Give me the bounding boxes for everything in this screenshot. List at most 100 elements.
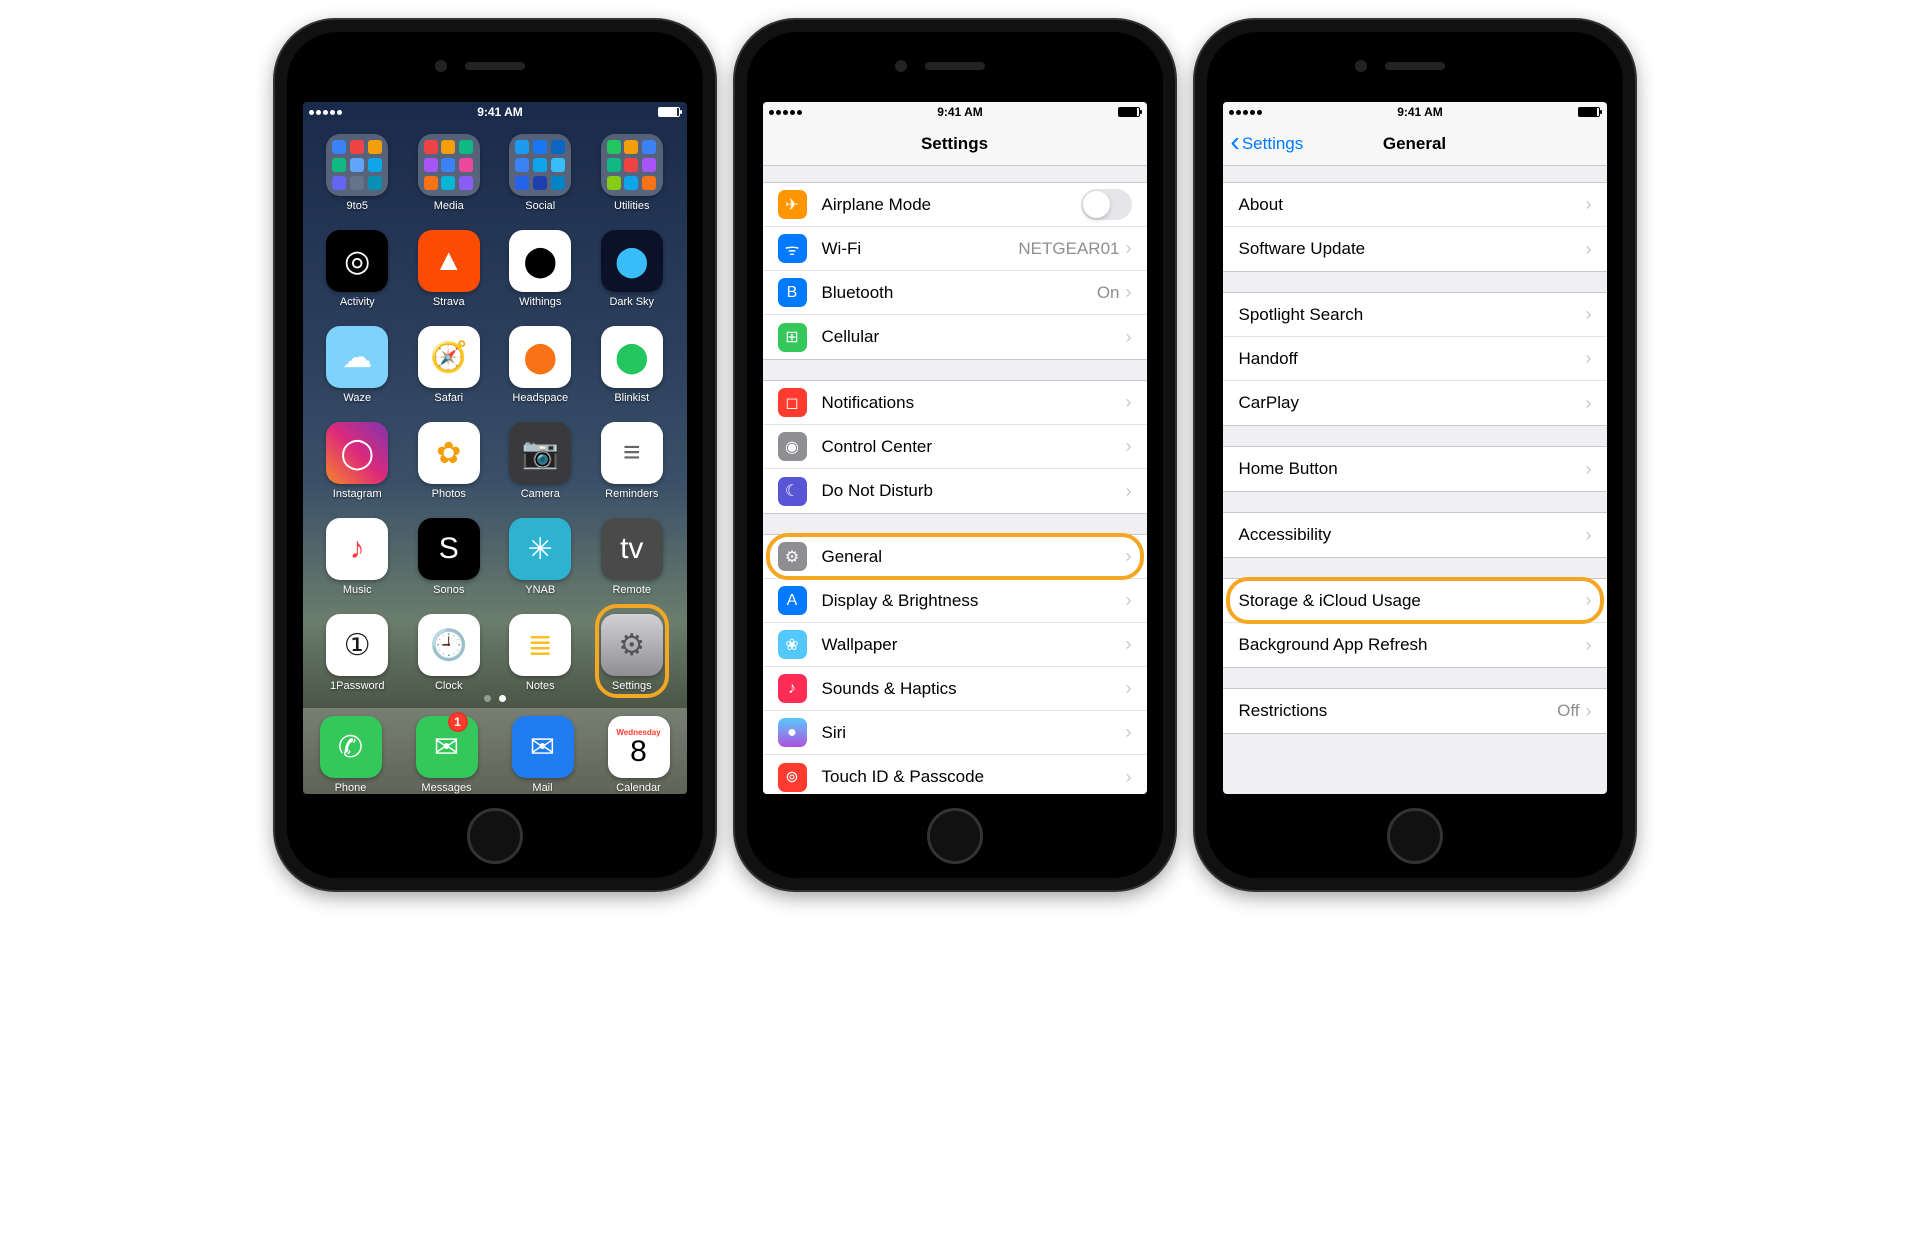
- app-1password[interactable]: ①1Password: [317, 614, 399, 692]
- app-withings[interactable]: ⬤Withings: [500, 230, 582, 308]
- app-blinkist[interactable]: ⬤Blinkist: [591, 326, 673, 404]
- general-group: Spotlight Search›Handoff›CarPlay›: [1223, 292, 1607, 426]
- row-icon: ⊞: [778, 323, 807, 352]
- app-label: Safari: [434, 392, 463, 404]
- app-label: 1Password: [330, 680, 384, 692]
- row-cellular[interactable]: ⊞Cellular›: [763, 315, 1147, 359]
- row-about[interactable]: About›: [1223, 183, 1607, 227]
- row-display-brightness[interactable]: ADisplay & Brightness›: [763, 579, 1147, 623]
- row-touch-id-passcode[interactable]: ⊚Touch ID & Passcode›: [763, 755, 1147, 794]
- app-clock[interactable]: 🕘Clock: [408, 614, 490, 692]
- chevron-right-icon: ›: [1586, 194, 1592, 215]
- app-notes[interactable]: ≣Notes: [500, 614, 582, 692]
- row-storage-icloud-usage[interactable]: Storage & iCloud Usage›: [1223, 579, 1607, 623]
- app-icon: ◯: [326, 422, 388, 484]
- app-camera[interactable]: 📷Camera: [500, 422, 582, 500]
- app-safari[interactable]: 🧭Safari: [408, 326, 490, 404]
- row-sounds-haptics[interactable]: ♪Sounds & Haptics›: [763, 667, 1147, 711]
- row-label: Accessibility: [1239, 525, 1586, 545]
- app-icon: ☁: [326, 326, 388, 388]
- row-label: Control Center: [822, 437, 1126, 457]
- home-button[interactable]: [1387, 808, 1443, 864]
- home-grid: 9to5 Media Social Utilities ◎Activity▲Strava…: [303, 122, 687, 692]
- row-label: Do Not Disturb: [822, 481, 1126, 501]
- row-icon: ◻: [778, 388, 807, 417]
- app-activity[interactable]: ◎Activity: [317, 230, 399, 308]
- app-icon: [601, 134, 663, 196]
- app-sonos[interactable]: SSonos: [408, 518, 490, 596]
- row-handoff[interactable]: Handoff›: [1223, 337, 1607, 381]
- app-9to5[interactable]: 9to5: [317, 134, 399, 212]
- row-wi-fi[interactable]: ᯤWi-FiNETGEAR01›: [763, 227, 1147, 271]
- app-music[interactable]: ♪Music: [317, 518, 399, 596]
- app-label: Blinkist: [614, 392, 649, 404]
- navbar: Settings General: [1223, 122, 1607, 166]
- app-icon: [418, 134, 480, 196]
- general-list[interactable]: About›Software Update›Spotlight Search›H…: [1223, 166, 1607, 794]
- row-label: Wi-Fi: [822, 239, 1019, 259]
- settings-list[interactable]: ✈Airplane ModeᯤWi-FiNETGEAR01›BBluetooth…: [763, 166, 1147, 794]
- chevron-right-icon: ›: [1586, 459, 1592, 480]
- app-label: 9to5: [347, 200, 368, 212]
- row-background-app-refresh[interactable]: Background App Refresh›: [1223, 623, 1607, 667]
- app-reminders[interactable]: ≡Reminders: [591, 422, 673, 500]
- dock-app-messages[interactable]: ✉1Messages: [416, 716, 478, 794]
- home-button[interactable]: [927, 808, 983, 864]
- settings-group: ⚙General›ADisplay & Brightness›❀Wallpape…: [763, 534, 1147, 794]
- dock-app-calendar[interactable]: Wednesday8Calendar: [608, 716, 670, 794]
- row-label: CarPlay: [1239, 393, 1586, 413]
- app-label: Messages: [421, 782, 471, 794]
- row-do-not-disturb[interactable]: ☾Do Not Disturb›: [763, 469, 1147, 513]
- row-label: Restrictions: [1239, 701, 1558, 721]
- chevron-right-icon: ›: [1126, 546, 1132, 567]
- row-software-update[interactable]: Software Update›: [1223, 227, 1607, 271]
- dock: ✆Phone ✉1Messages ✉Mail Wednesday8Calendar: [303, 708, 687, 794]
- app-strava[interactable]: ▲Strava: [408, 230, 490, 308]
- app-icon: ⬤: [509, 326, 571, 388]
- row-carplay[interactable]: CarPlay›: [1223, 381, 1607, 425]
- row-notifications[interactable]: ◻Notifications›: [763, 381, 1147, 425]
- general-group: RestrictionsOff›: [1223, 688, 1607, 734]
- chevron-right-icon: ›: [1586, 701, 1592, 722]
- chevron-right-icon: ›: [1586, 590, 1592, 611]
- toggle[interactable]: [1081, 189, 1132, 220]
- home-button[interactable]: [467, 808, 523, 864]
- app-settings[interactable]: ⚙Settings: [591, 614, 673, 692]
- row-accessibility[interactable]: Accessibility›: [1223, 513, 1607, 557]
- row-airplane-mode[interactable]: ✈Airplane Mode: [763, 183, 1147, 227]
- general-group: Home Button›: [1223, 446, 1607, 492]
- row-label: Wallpaper: [822, 635, 1126, 655]
- app-icon: ♪: [326, 518, 388, 580]
- row-spotlight-search[interactable]: Spotlight Search›: [1223, 293, 1607, 337]
- row-bluetooth[interactable]: BBluetoothOn›: [763, 271, 1147, 315]
- navbar-title: Settings: [921, 134, 988, 154]
- row-home-button[interactable]: Home Button›: [1223, 447, 1607, 491]
- app-headspace[interactable]: ⬤Headspace: [500, 326, 582, 404]
- row-wallpaper[interactable]: ❀Wallpaper›: [763, 623, 1147, 667]
- app-ynab[interactable]: ✳YNAB: [500, 518, 582, 596]
- app-remote[interactable]: tvRemote: [591, 518, 673, 596]
- app-media[interactable]: Media: [408, 134, 490, 212]
- status-time: 9:41 AM: [477, 105, 523, 119]
- app-waze[interactable]: ☁Waze: [317, 326, 399, 404]
- chevron-right-icon: ›: [1586, 393, 1592, 414]
- row-restrictions[interactable]: RestrictionsOff›: [1223, 689, 1607, 733]
- dock-app-mail[interactable]: ✉Mail: [512, 716, 574, 794]
- app-utilities[interactable]: Utilities: [591, 134, 673, 212]
- app-dark-sky[interactable]: ⬤Dark Sky: [591, 230, 673, 308]
- app-label: Notes: [526, 680, 555, 692]
- app-label: Social: [525, 200, 555, 212]
- app-label: Dark Sky: [609, 296, 654, 308]
- row-control-center[interactable]: ◉Control Center›: [763, 425, 1147, 469]
- app-label: Camera: [521, 488, 560, 500]
- row-siri[interactable]: ●Siri›: [763, 711, 1147, 755]
- chevron-right-icon: ›: [1126, 392, 1132, 413]
- back-button[interactable]: Settings: [1231, 134, 1304, 154]
- app-photos[interactable]: ✿Photos: [408, 422, 490, 500]
- app-social[interactable]: Social: [500, 134, 582, 212]
- dock-app-phone[interactable]: ✆Phone: [320, 716, 382, 794]
- row-general[interactable]: ⚙General›: [763, 535, 1147, 579]
- app-instagram[interactable]: ◯Instagram: [317, 422, 399, 500]
- app-icon: ✉: [416, 716, 478, 778]
- app-icon: ⚙: [601, 614, 663, 676]
